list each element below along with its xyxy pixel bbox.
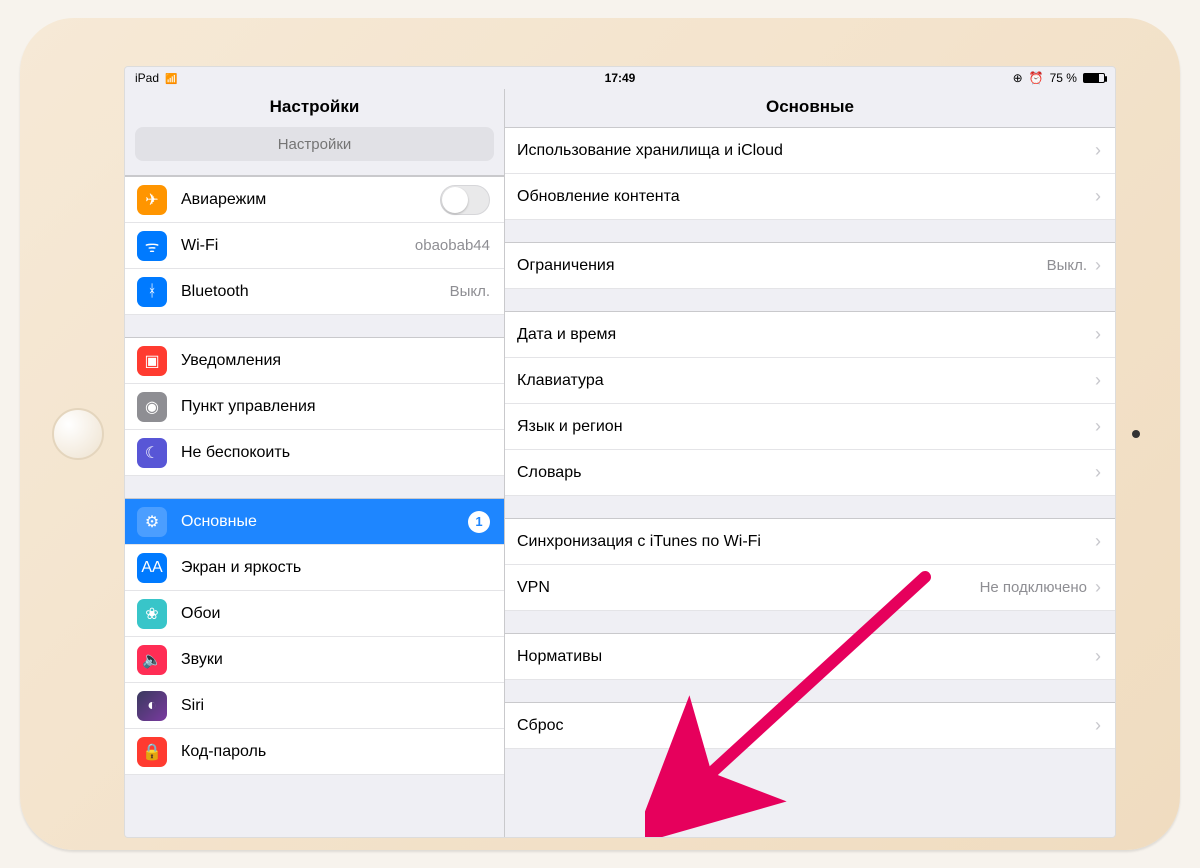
sidebar-item-dnd[interactable]: ☾ Не беспокоить xyxy=(125,430,504,476)
search-input[interactable] xyxy=(135,127,494,161)
wifi-status-icon xyxy=(165,71,177,85)
detail-item-label: Словарь xyxy=(517,464,1087,482)
detail-item-label: Сброс xyxy=(517,717,1087,735)
sidebar-item-passcode[interactable]: 🔒 Код-пароль xyxy=(125,729,504,775)
detail-item-bgapp[interactable]: Обновление контента › xyxy=(505,174,1115,220)
front-camera xyxy=(1132,430,1140,438)
alarm-icon: ⏰ xyxy=(1029,71,1044,85)
sidebar-item-display[interactable]: AA Экран и яркость xyxy=(125,545,504,591)
sidebar-item-wallpaper[interactable]: ❀ Обои xyxy=(125,591,504,637)
detail-pane: Основные Использование хранилища и iClou… xyxy=(505,89,1115,837)
battery-percent: 75 % xyxy=(1050,71,1077,85)
sidebar-item-general[interactable]: ⚙ Основные 1 xyxy=(125,499,504,545)
chevron-right-icon: › xyxy=(1095,186,1101,207)
notifications-icon: ▣ xyxy=(137,346,167,376)
sidebar-item-label: Пункт управления xyxy=(181,398,490,416)
wifi-icon: ᯤ xyxy=(137,231,167,261)
chevron-right-icon: › xyxy=(1095,255,1101,276)
sidebar-item-notifications[interactable]: ▣ Уведомления xyxy=(125,338,504,384)
sounds-icon: 🔈 xyxy=(137,645,167,675)
detail-item-label: Нормативы xyxy=(517,648,1087,666)
general-icon: ⚙ xyxy=(137,507,167,537)
sidebar-item-label: Уведомления xyxy=(181,352,490,370)
detail-item-keyboard[interactable]: Клавиатура › xyxy=(505,358,1115,404)
display-icon: AA xyxy=(137,553,167,583)
sidebar-item-label: Звуки xyxy=(181,651,490,669)
detail-item-reg[interactable]: Нормативы › xyxy=(505,634,1115,680)
detail-item-dict[interactable]: Словарь › xyxy=(505,450,1115,496)
sidebar-item-detail: obaobab44 xyxy=(415,237,490,254)
sidebar-item-label: Экран и яркость xyxy=(181,559,490,577)
detail-item-label: Обновление контента xyxy=(517,188,1087,206)
sidebar-item-sounds[interactable]: 🔈 Звуки xyxy=(125,637,504,683)
badge-general: 1 xyxy=(468,511,490,533)
detail-item-value: Не подключено xyxy=(980,579,1087,596)
siri-icon: ◐ xyxy=(137,691,167,721)
sidebar-item-control-center[interactable]: ◉ Пункт управления xyxy=(125,384,504,430)
detail-item-storage[interactable]: Использование хранилища и iCloud › xyxy=(505,128,1115,174)
chevron-right-icon: › xyxy=(1095,646,1101,667)
sidebar-item-siri[interactable]: ◐ Siri xyxy=(125,683,504,729)
chevron-right-icon: › xyxy=(1095,324,1101,345)
detail-item-value: Выкл. xyxy=(1047,257,1087,274)
detail-item-label: Язык и регион xyxy=(517,418,1087,436)
clock: 17:49 xyxy=(605,71,636,85)
ipad-frame: iPad 17:49 ⊕ ⏰ 75 % Настройки ✈ Авиарежим… xyxy=(20,18,1180,850)
dnd-icon: ☾ xyxy=(137,438,167,468)
control-center-icon: ◉ xyxy=(137,392,167,422)
chevron-right-icon: › xyxy=(1095,416,1101,437)
chevron-right-icon: › xyxy=(1095,531,1101,552)
sidebar-item-wifi[interactable]: ᯤ Wi-Fiobaobab44 xyxy=(125,223,504,269)
status-bar: iPad 17:49 ⊕ ⏰ 75 % xyxy=(125,67,1115,89)
chevron-right-icon: › xyxy=(1095,715,1101,736)
device-label: iPad xyxy=(135,71,159,85)
screen: iPad 17:49 ⊕ ⏰ 75 % Настройки ✈ Авиарежим… xyxy=(124,66,1116,838)
passcode-icon: 🔒 xyxy=(137,737,167,767)
sidebar-item-bluetooth[interactable]: ᚼ BluetoothВыкл. xyxy=(125,269,504,315)
detail-item-label: Дата и время xyxy=(517,326,1087,344)
detail-item-label: VPN xyxy=(517,579,980,597)
battery-icon xyxy=(1083,73,1105,83)
detail-item-restrict[interactable]: ОграниченияВыкл. › xyxy=(505,243,1115,289)
settings-sidebar: Настройки ✈ Авиарежим ᯤ Wi-Fiobaobab44 ᚼ Blue… xyxy=(125,89,505,837)
detail-item-reset[interactable]: Сброс › xyxy=(505,703,1115,749)
chevron-right-icon: › xyxy=(1095,140,1101,161)
bluetooth-icon: ᚼ xyxy=(137,277,167,307)
detail-item-datetime[interactable]: Дата и время › xyxy=(505,312,1115,358)
sidebar-item-label: Код-пароль xyxy=(181,743,490,761)
detail-item-label: Клавиатура xyxy=(517,372,1087,390)
sidebar-title: Настройки xyxy=(125,89,504,127)
detail-title: Основные xyxy=(505,89,1115,128)
airplane-icon: ✈ xyxy=(137,185,167,215)
toggle-airplane[interactable] xyxy=(440,185,490,215)
sidebar-item-label: Авиарежим xyxy=(181,191,440,209)
sidebar-item-detail: Выкл. xyxy=(450,283,490,300)
sidebar-item-label: Обои xyxy=(181,605,490,623)
detail-item-label: Ограничения xyxy=(517,257,1047,275)
sidebar-item-label: Основные xyxy=(181,513,460,531)
sidebar-item-label: Siri xyxy=(181,697,490,715)
chevron-right-icon: › xyxy=(1095,462,1101,483)
chevron-right-icon: › xyxy=(1095,577,1101,598)
sidebar-item-airplane[interactable]: ✈ Авиарежим xyxy=(125,177,504,223)
sidebar-item-label: Bluetooth xyxy=(181,283,450,301)
detail-item-label: Использование хранилища и iCloud xyxy=(517,142,1087,160)
wallpaper-icon: ❀ xyxy=(137,599,167,629)
sidebar-item-label: Wi-Fi xyxy=(181,237,415,255)
orientation-lock-icon: ⊕ xyxy=(1013,71,1023,85)
detail-item-langreg[interactable]: Язык и регион › xyxy=(505,404,1115,450)
detail-item-vpn[interactable]: VPNНе подключено › xyxy=(505,565,1115,611)
detail-item-sync[interactable]: Синхронизация с iTunes по Wi-Fi › xyxy=(505,519,1115,565)
chevron-right-icon: › xyxy=(1095,370,1101,391)
detail-item-label: Синхронизация с iTunes по Wi-Fi xyxy=(517,533,1087,551)
home-button[interactable] xyxy=(52,408,104,460)
sidebar-item-label: Не беспокоить xyxy=(181,444,490,462)
